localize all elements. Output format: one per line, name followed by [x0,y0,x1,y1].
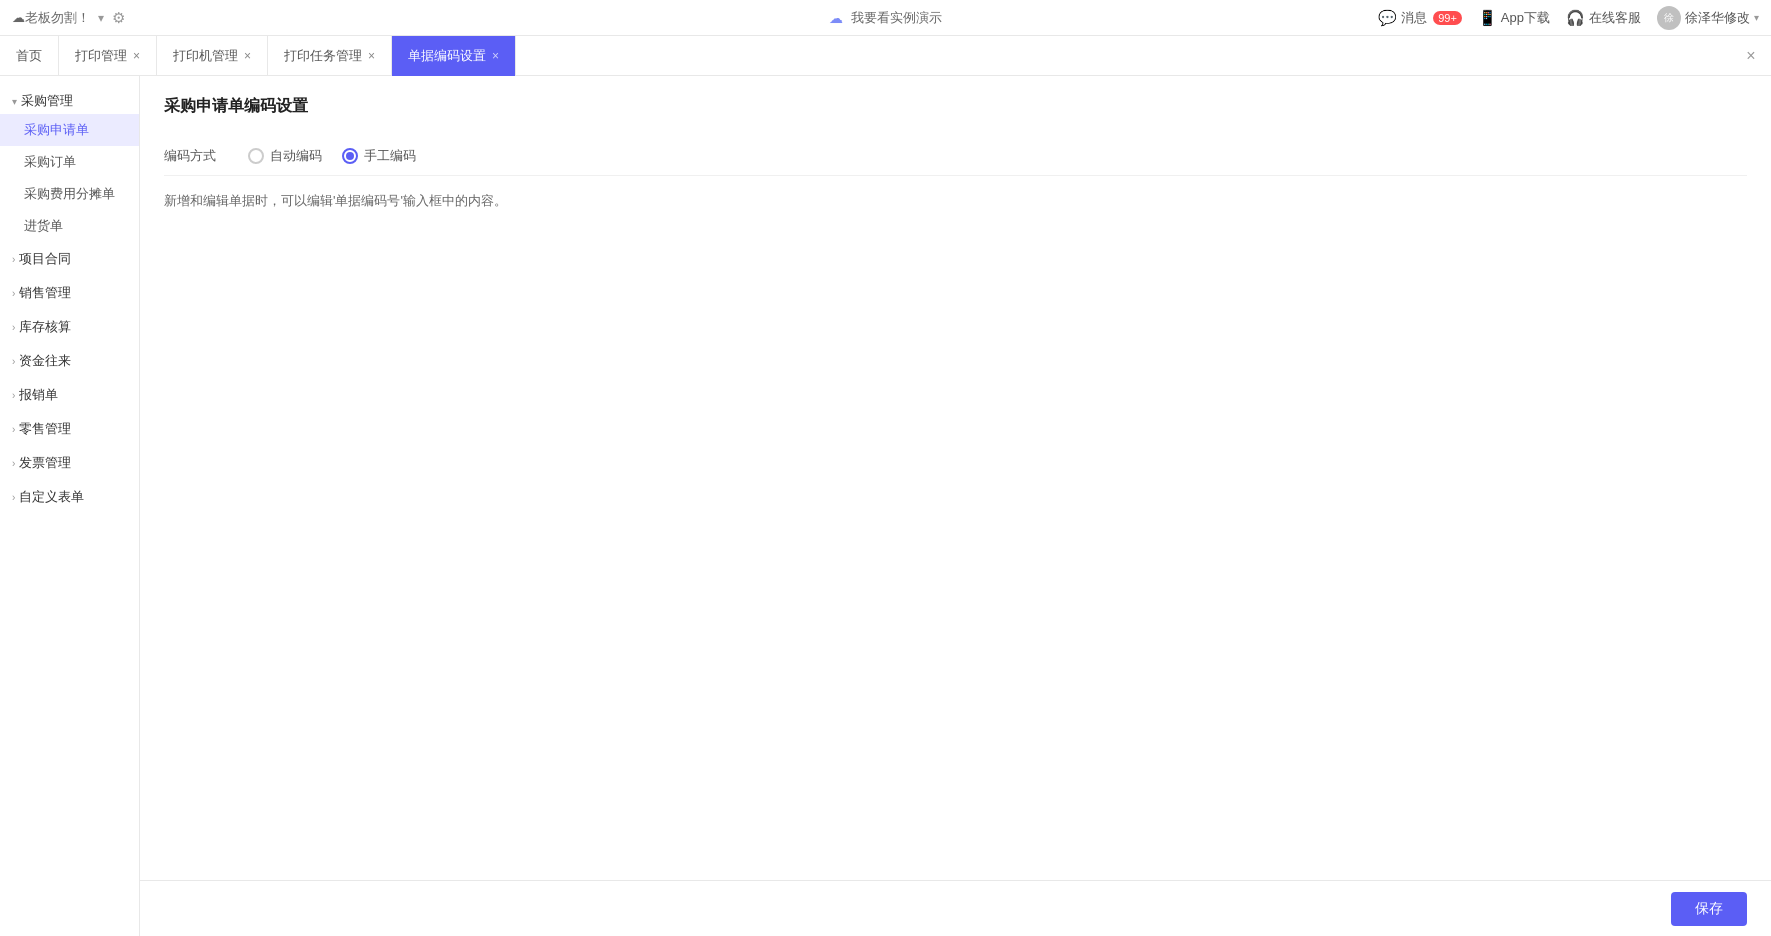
sidebar-group-purchase-label: 采购管理 [21,92,73,110]
sidebar-item-purchase-request[interactable]: 采购申请单 [0,114,139,146]
chevron-right-project-icon: › [12,254,15,265]
top-bar-left: ☁老板勿割！ ▾ ⚙ [12,9,125,27]
online-service-button[interactable]: 🎧 在线客服 [1566,9,1641,27]
message-button[interactable]: 💬 消息 99+ [1378,9,1462,27]
tab-printer-management[interactable]: 打印机管理 × [157,36,268,76]
gear-icon[interactable]: ⚙ [112,9,125,27]
encoding-label: 编码方式 [164,147,216,165]
sidebar-item-incoming[interactable]: 进货单 [0,210,139,242]
online-service-label: 在线客服 [1589,9,1641,27]
sidebar-item-purchase-expense[interactable]: 采购费用分摊单 [0,178,139,210]
sidebar-group-invoice[interactable]: › 发票管理 [0,446,139,480]
radio-manual-dot [346,152,354,160]
radio-manual-circle [342,148,358,164]
chevron-right-retail-icon: › [12,424,15,435]
message-icon: 💬 [1378,9,1397,27]
top-bar: ☁老板勿割！ ▾ ⚙ 我要看实例演示 💬 消息 99+ 📱 App下载 🎧 在线… [0,0,1771,36]
radio-manual[interactable]: 手工编码 [342,147,416,165]
tab-print-management[interactable]: 打印管理 × [59,36,157,76]
chevron-down-icon[interactable]: ▾ [98,11,104,25]
radio-auto-circle [248,148,264,164]
tab-bar-close-button[interactable]: × [1731,36,1771,76]
chevron-right-inventory-icon: › [12,322,15,333]
sidebar-group-custom-form-label: 自定义表单 [19,488,84,506]
chevron-right-invoice-icon: › [12,458,15,469]
tab-print-task-close[interactable]: × [368,49,375,63]
top-bar-right: 💬 消息 99+ 📱 App下载 🎧 在线客服 徐 徐泽华修改 ▾ [1378,6,1759,30]
sidebar-item-purchase-order-label: 采购订单 [24,154,76,169]
app-download-button[interactable]: 📱 App下载 [1478,9,1550,27]
sidebar-group-project[interactable]: › 项目合同 [0,242,139,276]
tab-printer-management-label: 打印机管理 [173,47,238,65]
message-label: 消息 [1401,9,1427,27]
tab-print-task-label: 打印任务管理 [284,47,362,65]
tab-print-task[interactable]: 打印任务管理 × [268,36,392,76]
sidebar-group-finance[interactable]: › 资金往来 [0,344,139,378]
top-bar-center: 我要看实例演示 [829,9,942,27]
sidebar-group-purchase[interactable]: ▾ 采购管理 [0,84,139,114]
sidebar-group-project-label: 项目合同 [19,250,71,268]
page-title: 采购申请单编码设置 [164,96,1747,117]
user-chevron-icon: ▾ [1754,12,1759,23]
radio-auto[interactable]: 自动编码 [248,147,322,165]
chevron-down-purchase-icon: ▾ [12,96,17,107]
hint-text: 新增和编辑单据时，可以编辑'单据编码号'输入框中的内容。 [164,192,1747,210]
radio-auto-label: 自动编码 [270,147,322,165]
chevron-right-expense-icon: › [12,390,15,401]
chevron-right-finance-icon: › [12,356,15,367]
main-layout: ▾ 采购管理 采购申请单 采购订单 采购费用分摊单 进货单 › 项目合同 › 销… [0,76,1771,936]
sidebar-group-inventory[interactable]: › 库存核算 [0,310,139,344]
sidebar-group-expense[interactable]: › 报销单 [0,378,139,412]
chevron-right-sales-icon: › [12,288,15,299]
content-body: 采购申请单编码设置 编码方式 自动编码 手工编码 [140,76,1771,880]
chevron-right-custom-form-icon: › [12,492,15,503]
tab-bar: 首页 打印管理 × 打印机管理 × 打印任务管理 × 单据编码设置 × × [0,36,1771,76]
center-text[interactable]: 我要看实例演示 [851,9,942,27]
encoding-row: 编码方式 自动编码 手工编码 [164,137,1747,176]
sidebar-group-sales[interactable]: › 销售管理 [0,276,139,310]
sidebar-item-purchase-request-label: 采购申请单 [24,122,89,137]
tab-encoding-settings[interactable]: 单据编码设置 × [392,36,516,76]
radio-manual-label: 手工编码 [364,147,416,165]
radio-group: 自动编码 手工编码 [248,147,416,165]
sidebar-item-purchase-expense-label: 采购费用分摊单 [24,186,115,201]
sidebar-item-purchase-order[interactable]: 采购订单 [0,146,139,178]
tab-home[interactable]: 首页 [0,36,59,76]
user-name: 徐泽华修改 [1685,9,1750,27]
tab-print-management-close[interactable]: × [133,49,140,63]
sidebar-group-custom-form[interactable]: › 自定义表单 [0,480,139,514]
headset-icon: 🎧 [1566,9,1585,27]
sidebar-group-retail[interactable]: › 零售管理 [0,412,139,446]
save-button[interactable]: 保存 [1671,892,1747,926]
sidebar-group-inventory-label: 库存核算 [19,318,71,336]
app-icon: 📱 [1478,9,1497,27]
sidebar-group-expense-label: 报销单 [19,386,58,404]
brand-text: ☁老板勿割！ [12,9,90,27]
sidebar: ▾ 采购管理 采购申请单 采购订单 采购费用分摊单 进货单 › 项目合同 › 销… [0,76,140,936]
sidebar-group-invoice-label: 发票管理 [19,454,71,472]
app-download-label: App下载 [1501,9,1550,27]
sidebar-item-incoming-label: 进货单 [24,218,63,233]
sidebar-group-finance-label: 资金往来 [19,352,71,370]
content-footer: 保存 [140,880,1771,936]
tab-encoding-settings-close[interactable]: × [492,49,499,63]
sidebar-group-retail-label: 零售管理 [19,420,71,438]
sidebar-group-sales-label: 销售管理 [19,284,71,302]
tab-print-management-label: 打印管理 [75,47,127,65]
tab-encoding-settings-label: 单据编码设置 [408,47,486,65]
tab-home-label: 首页 [16,47,42,65]
tab-printer-management-close[interactable]: × [244,49,251,63]
avatar: 徐 [1657,6,1681,30]
message-badge: 99+ [1433,11,1462,25]
content-area: 采购申请单编码设置 编码方式 自动编码 手工编码 [140,76,1771,936]
user-menu[interactable]: 徐 徐泽华修改 ▾ [1657,6,1759,30]
cloud-icon [829,10,845,26]
